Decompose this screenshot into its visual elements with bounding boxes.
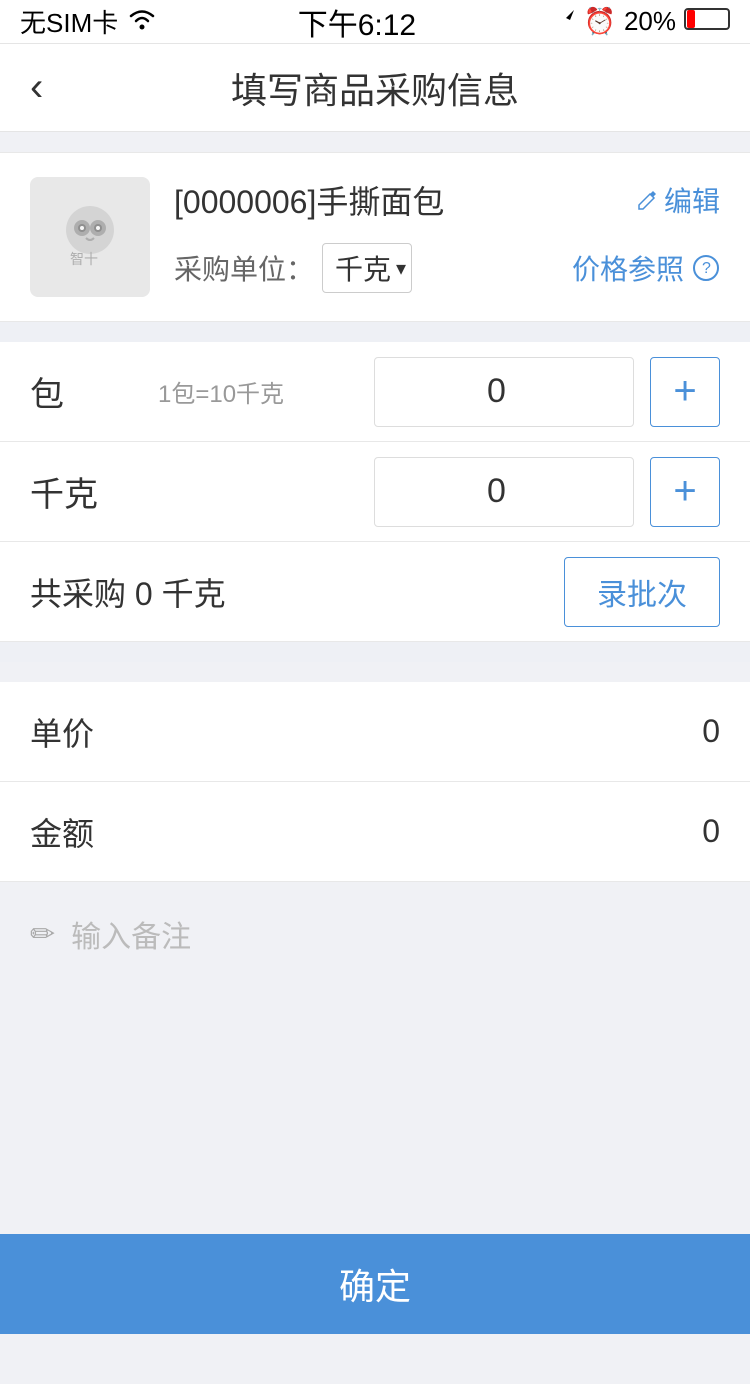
input-row-kg: 千克 + xyxy=(0,442,750,542)
remark-placeholder: 输入备注 xyxy=(71,912,191,956)
product-card: 智十 [0000006]手撕面包 编辑 采购单位： 千克 xyxy=(0,152,750,322)
sim-text: 无SIM卡 xyxy=(20,3,118,40)
page-title: 填写商品采购信息 xyxy=(231,62,519,114)
product-image: 智十 xyxy=(30,177,150,297)
svg-text:智十: 智十 xyxy=(70,251,98,267)
unit-select[interactable]: 千克 xyxy=(322,243,412,293)
kg-quantity-input[interactable] xyxy=(374,457,634,527)
section-divider-2 xyxy=(0,642,750,662)
bag-input-right: + xyxy=(284,357,720,427)
status-right: ⏰ 20% xyxy=(556,6,730,37)
unit-price-label: 单价 xyxy=(30,709,94,755)
batch-button[interactable]: 录批次 xyxy=(564,557,720,627)
unit-price-value: 0 xyxy=(702,713,720,750)
battery-percent: 20% xyxy=(624,6,676,37)
kg-input-right: + xyxy=(150,457,720,527)
unit-label: 采购单位： xyxy=(174,248,314,288)
amount-label: 金额 xyxy=(30,809,94,855)
kg-plus-button[interactable]: + xyxy=(650,457,720,527)
bag-label: 包 xyxy=(30,367,150,416)
section-divider-1 xyxy=(0,322,750,342)
edit-link[interactable]: 编辑 xyxy=(636,180,720,220)
status-time: 下午6:12 xyxy=(298,0,416,44)
input-section: 包 1包=10千克 + 千克 + 共采购 0 千克 录批次 xyxy=(0,342,750,642)
svg-text:?: ? xyxy=(702,260,711,277)
bag-plus-button[interactable]: + xyxy=(650,357,720,427)
confirm-button[interactable]: 确定 xyxy=(0,1234,750,1334)
pencil-icon: ✏ xyxy=(30,917,55,952)
price-ref-link[interactable]: 价格参照 ? xyxy=(572,248,720,288)
product-name-row: [0000006]手撕面包 编辑 xyxy=(174,177,720,223)
bag-quantity-input[interactable] xyxy=(374,357,634,427)
product-name: [0000006]手撕面包 xyxy=(174,177,444,223)
status-bar: 无SIM卡 下午6:12 ⏰ 20% xyxy=(0,0,750,44)
alarm-icon: ⏰ xyxy=(584,6,616,37)
location-icon xyxy=(556,6,576,37)
bag-sublabel: 1包=10千克 xyxy=(158,374,284,409)
kg-label: 千克 xyxy=(30,467,150,516)
summary-row: 共采购 0 千克 录批次 xyxy=(0,542,750,642)
input-row-bag: 包 1包=10千克 + xyxy=(0,342,750,442)
price-section: 单价 0 金额 0 xyxy=(0,682,750,882)
unit-select-wrapper[interactable]: 千克 ▾ xyxy=(322,243,412,293)
nav-bar: ‹ 填写商品采购信息 xyxy=(0,44,750,132)
status-left: 无SIM卡 xyxy=(20,3,158,40)
product-info: [0000006]手撕面包 编辑 采购单位： 千克 ▾ xyxy=(174,177,720,293)
battery-icon xyxy=(684,6,730,37)
unit-price-row: 单价 0 xyxy=(0,682,750,782)
remark-section[interactable]: ✏ 输入备注 xyxy=(0,884,750,984)
wifi-icon xyxy=(126,6,158,37)
back-button[interactable]: ‹ xyxy=(30,65,43,110)
amount-row: 金额 0 xyxy=(0,782,750,882)
summary-text: 共采购 0 千克 xyxy=(30,569,226,615)
amount-value: 0 xyxy=(702,813,720,850)
unit-row: 采购单位： 千克 ▾ 价格参照 ? xyxy=(174,243,720,293)
